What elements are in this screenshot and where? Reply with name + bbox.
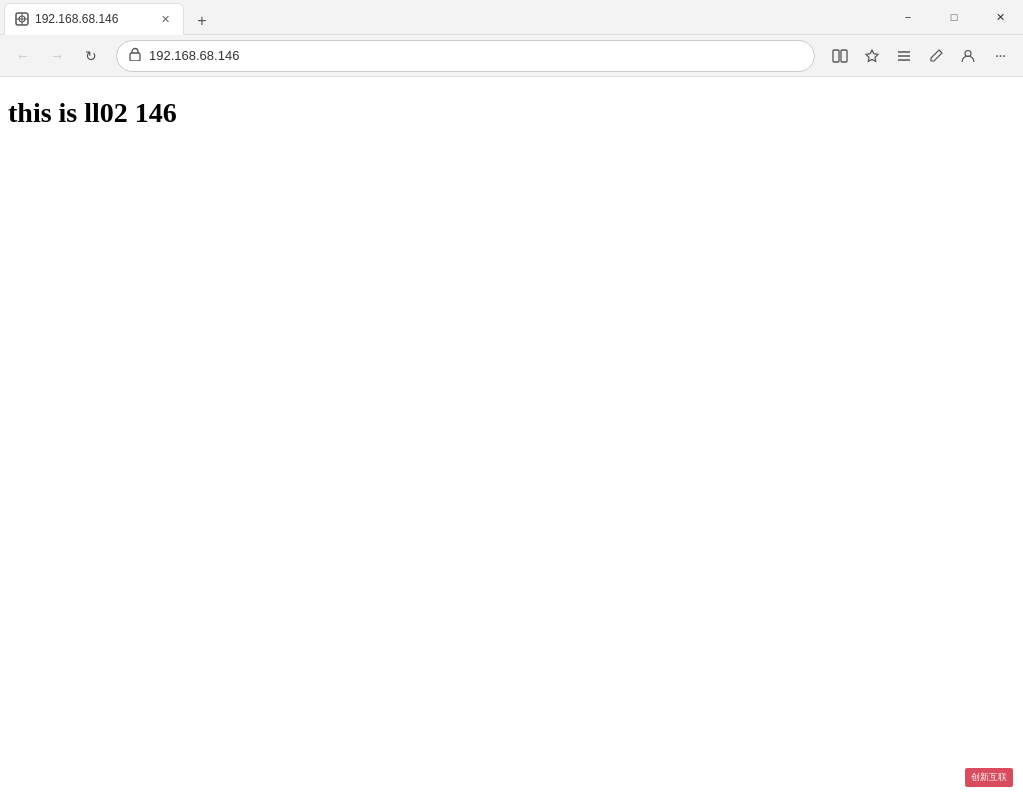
lock-icon	[129, 47, 141, 64]
tab-close-button[interactable]: ✕	[157, 11, 173, 27]
back-button[interactable]: ←	[8, 41, 38, 71]
watermark-text: 创新互联	[965, 768, 1013, 787]
watermark: 创新互联	[965, 768, 1013, 787]
tab-favicon	[15, 12, 29, 26]
reading-view-button[interactable]	[825, 41, 855, 71]
navigation-bar: ← → ↻	[0, 35, 1023, 77]
page-text: this is ll02 146	[8, 97, 1015, 129]
svg-rect-6	[841, 50, 847, 62]
more-icon: ···	[995, 47, 1005, 65]
new-tab-button[interactable]: +	[188, 7, 216, 35]
forward-icon: →	[50, 48, 64, 64]
svg-rect-5	[833, 50, 839, 62]
tab-title: 192.168.68.146	[35, 12, 151, 26]
minimize-button[interactable]: −	[885, 0, 931, 35]
forward-button[interactable]: →	[42, 41, 72, 71]
toolbar-icons: ···	[825, 41, 1015, 71]
refresh-icon: ↻	[85, 48, 97, 64]
tab-strip: 192.168.68.146 ✕ +	[0, 0, 885, 35]
maximize-button[interactable]: □	[931, 0, 977, 35]
address-input[interactable]	[149, 48, 802, 63]
page-content: this is ll02 146	[0, 77, 1023, 797]
close-button[interactable]: ✕	[977, 0, 1023, 35]
profile-button[interactable]	[953, 41, 983, 71]
favorites-button[interactable]	[857, 41, 887, 71]
active-tab[interactable]: 192.168.68.146 ✕	[4, 3, 184, 35]
refresh-button[interactable]: ↻	[76, 41, 106, 71]
address-bar[interactable]	[116, 40, 815, 72]
edit-button[interactable]	[921, 41, 951, 71]
window-controls: − □ ✕	[885, 0, 1023, 35]
title-bar: 192.168.68.146 ✕ + − □ ✕	[0, 0, 1023, 35]
svg-rect-4	[130, 53, 140, 61]
hamburger-button[interactable]	[889, 41, 919, 71]
more-button[interactable]: ···	[985, 41, 1015, 71]
back-icon: ←	[16, 48, 30, 64]
